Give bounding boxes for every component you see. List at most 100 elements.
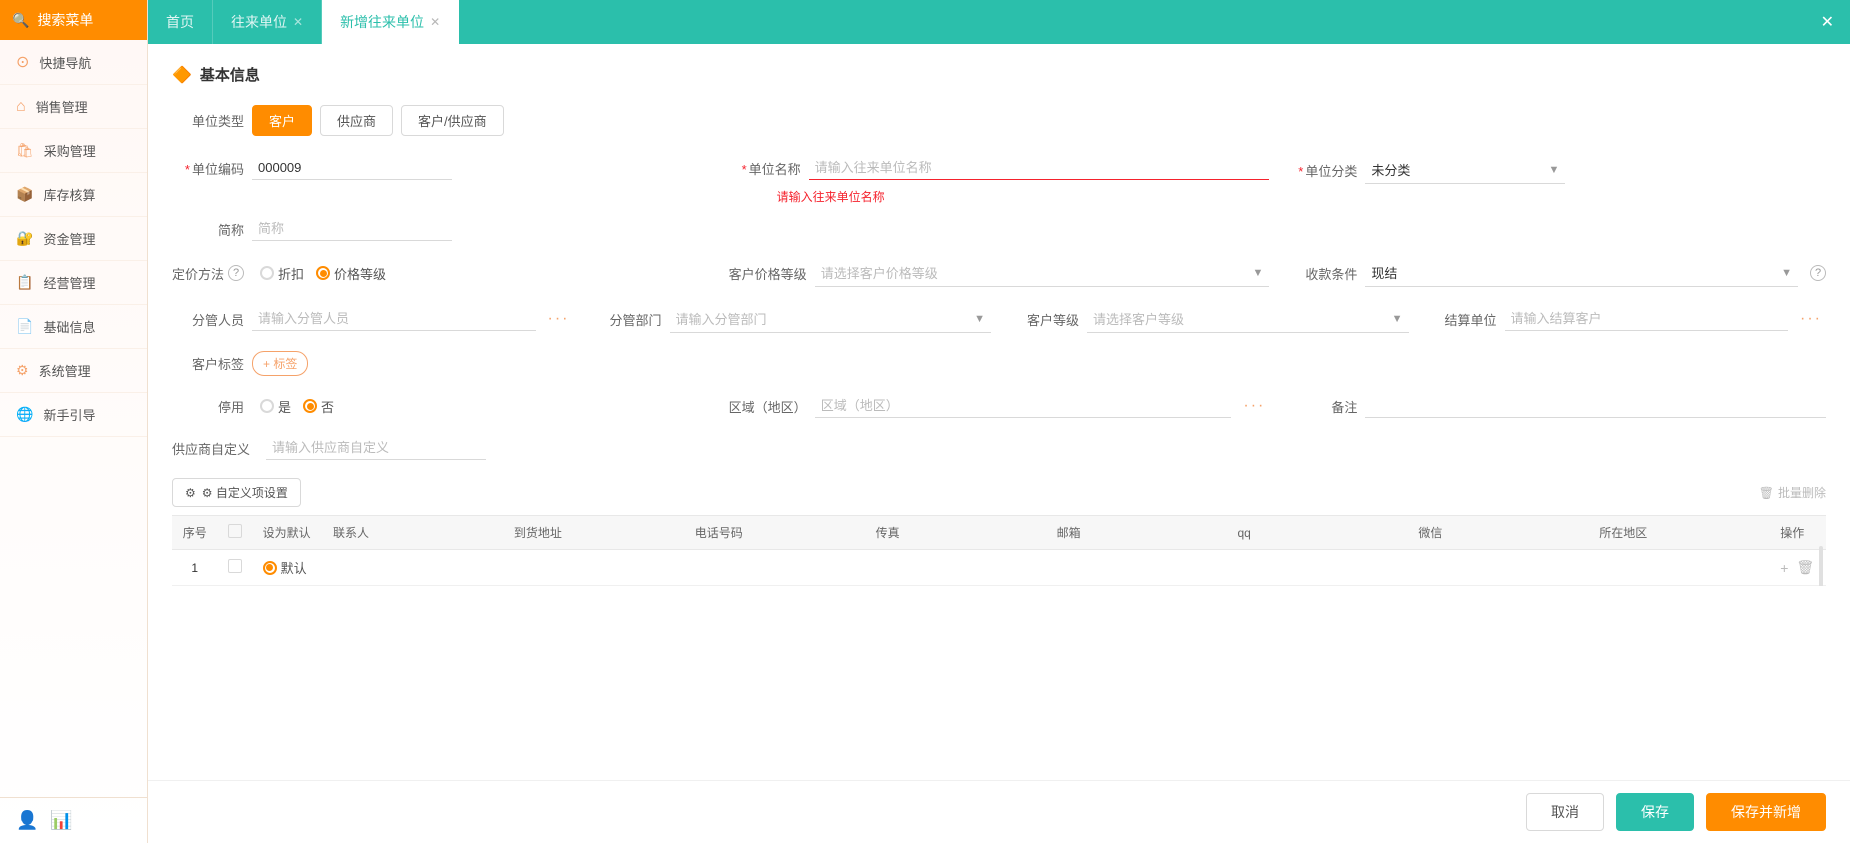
- remarks-field: 备注: [1285, 394, 1826, 418]
- phone-input[interactable]: [695, 561, 856, 575]
- region-more-btn[interactable]: ···: [1239, 395, 1269, 417]
- payment-select[interactable]: 现结 ▼: [1365, 259, 1798, 287]
- manager-input[interactable]: [252, 307, 536, 331]
- tab-new-partner[interactable]: 新增往来单位 ✕: [322, 0, 459, 44]
- settlement-input[interactable]: [1505, 307, 1789, 331]
- customer-level-select[interactable]: 请选择客户等级 ▼: [1087, 305, 1409, 333]
- cell-email[interactable]: [1047, 550, 1228, 586]
- email-input[interactable]: [1057, 561, 1218, 575]
- supplier-custom-input[interactable]: [266, 436, 486, 460]
- unit-code-input[interactable]: [252, 156, 452, 180]
- cell-wechat[interactable]: [1408, 550, 1589, 586]
- tab-home[interactable]: 首页: [148, 0, 213, 44]
- cell-default: 默认: [253, 550, 323, 586]
- unit-type-row: 单位类型 客户 供应商 客户/供应商: [172, 105, 1826, 136]
- sidebar-item-label: 资金管理: [43, 229, 95, 248]
- user-icon[interactable]: 👤: [16, 810, 38, 831]
- sidebar-item-quick-nav[interactable]: ⊙ 快捷导航: [0, 40, 147, 85]
- area-input[interactable]: [1599, 561, 1760, 575]
- payment-help-icon[interactable]: ?: [1810, 265, 1826, 281]
- save-new-button[interactable]: 保存并新增: [1706, 793, 1826, 831]
- radio-disabled-no[interactable]: 否: [303, 397, 334, 416]
- unit-code-field: 单位编码: [172, 156, 713, 180]
- stats-icon[interactable]: 📊: [50, 810, 72, 831]
- sidebar-item-basic[interactable]: 📄 基础信息: [0, 305, 147, 349]
- row-default-label: 默认: [281, 558, 307, 577]
- remarks-input[interactable]: [1365, 394, 1826, 418]
- radio-price-level[interactable]: 价格等级: [316, 264, 386, 283]
- sidebar-item-inventory[interactable]: 📦 库存核算: [0, 173, 147, 217]
- tab-partners[interactable]: 往来单位 ✕: [213, 0, 322, 44]
- sidebar-search[interactable]: 🔍 搜索菜单: [0, 0, 147, 40]
- cell-contact[interactable]: [323, 550, 504, 586]
- unit-code-label: 单位编码: [172, 159, 244, 178]
- unit-name-input[interactable]: [809, 156, 1270, 180]
- tab-bar: 首页 往来单位 ✕ 新增往来单位 ✕ ✕: [148, 0, 1850, 44]
- unit-btn-both[interactable]: 客户/供应商: [401, 105, 504, 136]
- add-tag-button[interactable]: + 标签: [252, 351, 308, 376]
- radio-discount[interactable]: 折扣: [260, 264, 304, 283]
- sidebar-item-label: 快捷导航: [39, 53, 91, 72]
- manager-more-btn[interactable]: ···: [544, 308, 574, 330]
- cancel-button[interactable]: 取消: [1526, 793, 1604, 831]
- cell-address[interactable]: [504, 550, 685, 586]
- row-checkbox[interactable]: [228, 559, 242, 573]
- chevron-down-icon: ▼: [1392, 313, 1403, 325]
- sidebar-item-system[interactable]: ⚙ 系统管理: [0, 349, 147, 393]
- settlement-more-btn[interactable]: ···: [1796, 308, 1826, 330]
- sidebar-item-label: 经营管理: [43, 273, 95, 292]
- department-select[interactable]: 请输入分管部门 ▼: [670, 305, 992, 333]
- price-level-field: 客户价格等级 请选择客户价格等级 ▼: [729, 259, 1270, 287]
- header-checkbox[interactable]: [228, 524, 242, 538]
- close-all-button[interactable]: ✕: [1805, 0, 1850, 44]
- code-name-category-row: 单位编码 单位名称 单位分类 未分类 ▼: [172, 156, 1826, 184]
- pricing-help-icon[interactable]: ?: [228, 265, 244, 281]
- table-toolbar: ⚙ ⚙ 自定义项设置 🗑 批量删除: [172, 478, 1826, 507]
- radio-disabled-yes[interactable]: 是: [260, 397, 291, 416]
- row-default-radio[interactable]: 默认: [263, 558, 313, 577]
- sidebar-item-operations[interactable]: 📋 经营管理: [0, 261, 147, 305]
- radio-price-level-label: 价格等级: [334, 264, 386, 283]
- unit-category-field: 单位分类 未分类 ▼: [1285, 156, 1826, 184]
- disabled-region-row: 停用 是 否 区域（地区） ···: [172, 394, 1826, 418]
- contact-input[interactable]: [333, 561, 494, 575]
- sidebar-item-finance[interactable]: 🔐 资金管理: [0, 217, 147, 261]
- unit-btn-supplier[interactable]: 供应商: [320, 105, 393, 136]
- shortname-input[interactable]: [252, 217, 452, 241]
- customer-level-label: 客户等级: [1007, 310, 1079, 329]
- tab-partners-close[interactable]: ✕: [293, 15, 303, 29]
- shortname-row: 简称: [172, 217, 1826, 241]
- add-row-button[interactable]: +: [1780, 560, 1788, 576]
- region-label: 区域（地区）: [729, 397, 807, 416]
- delete-row-button[interactable]: 🗑: [1796, 559, 1814, 576]
- save-button[interactable]: 保存: [1616, 793, 1694, 831]
- sidebar-item-label: 系统管理: [39, 361, 91, 380]
- unit-category-select[interactable]: 未分类 ▼: [1365, 156, 1565, 184]
- batch-delete-button[interactable]: 🗑 批量删除: [1759, 484, 1826, 501]
- table-header: 序号 设为默认 联系人 到货地址 电话号码 传真 邮箱 qq 微信 所在地区 操…: [172, 516, 1826, 550]
- region-input[interactable]: [815, 394, 1232, 418]
- section-title: 🔶 基本信息: [172, 64, 1826, 85]
- fax-input[interactable]: [876, 561, 1037, 575]
- cell-area[interactable]: [1589, 550, 1770, 586]
- footer: 取消 保存 保存并新增: [148, 780, 1850, 843]
- wechat-input[interactable]: [1418, 561, 1579, 575]
- address-input[interactable]: [514, 561, 675, 575]
- col-address: 到货地址: [504, 516, 685, 550]
- sidebar-item-sales[interactable]: ⌂ 销售管理: [0, 85, 147, 129]
- qq-input[interactable]: [1237, 561, 1398, 575]
- sidebar-item-purchase[interactable]: 🛍 采购管理: [0, 129, 147, 173]
- inventory-icon: 📦: [16, 186, 33, 203]
- cell-phone[interactable]: [685, 550, 866, 586]
- price-level-select[interactable]: 请选择客户价格等级 ▼: [815, 259, 1270, 287]
- sidebar-item-label: 库存核算: [43, 185, 95, 204]
- sidebar-item-guide[interactable]: 🌐 新手引导: [0, 393, 147, 437]
- tab-new-partner-close[interactable]: ✕: [430, 15, 440, 29]
- custom-settings-button[interactable]: ⚙ ⚙ 自定义项设置: [172, 478, 301, 507]
- cell-fax[interactable]: [866, 550, 1047, 586]
- supplier-custom-row: 供应商自定义: [172, 436, 1826, 460]
- cell-qq[interactable]: [1227, 550, 1408, 586]
- radio-disabled-no-label: 否: [321, 397, 334, 416]
- col-action: 操作: [1770, 516, 1826, 550]
- unit-btn-customer[interactable]: 客户: [252, 105, 312, 136]
